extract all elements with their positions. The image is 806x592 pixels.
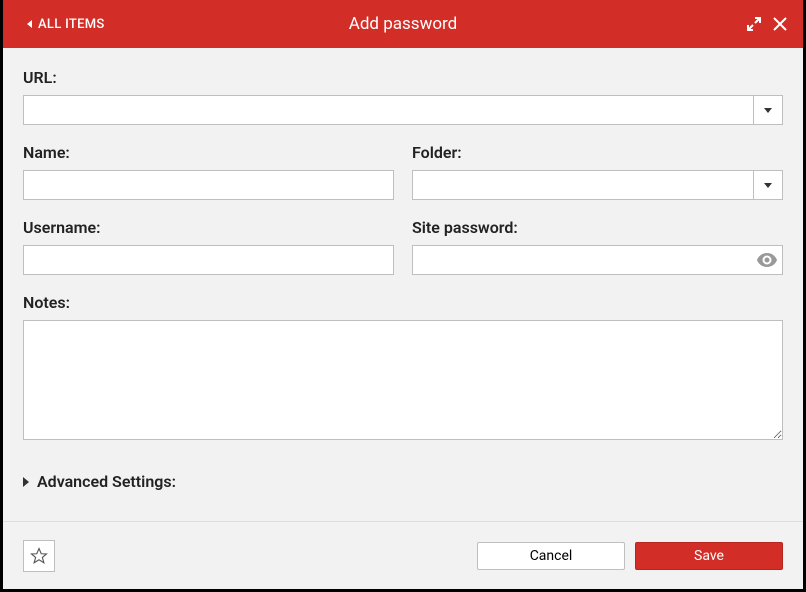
username-label: Username:: [23, 218, 394, 237]
folder-input[interactable]: [412, 170, 753, 200]
close-button[interactable]: [773, 17, 787, 31]
name-input[interactable]: [23, 170, 394, 200]
url-label: URL:: [23, 68, 783, 87]
folder-input-wrap: [412, 170, 783, 200]
header-actions: [747, 17, 787, 31]
footer-actions: Cancel Save: [477, 542, 783, 570]
url-dropdown-button[interactable]: [753, 95, 783, 125]
dialog-title: Add password: [349, 14, 457, 34]
username-password-row: Username: Site password:: [23, 218, 783, 293]
name-label: Name:: [23, 143, 394, 162]
add-password-dialog: ALL ITEMS Add password URL:: [3, 0, 803, 589]
dialog-content: URL: Name: Folder:: [3, 48, 803, 521]
dialog-footer: Cancel Save: [3, 521, 803, 589]
site-password-input[interactable]: [412, 245, 783, 275]
notes-group: Notes:: [23, 293, 783, 444]
back-label: ALL ITEMS: [38, 17, 105, 32]
password-input-wrap: [412, 245, 783, 275]
notes-label: Notes:: [23, 293, 783, 312]
favorite-button[interactable]: [23, 540, 55, 572]
close-icon: [773, 17, 787, 31]
eye-icon: [757, 253, 777, 267]
back-to-all-items-link[interactable]: ALL ITEMS: [3, 17, 105, 32]
chevron-down-icon: [764, 108, 772, 113]
advanced-settings-label: Advanced Settings:: [37, 472, 176, 491]
expand-icon: [747, 17, 761, 31]
folder-dropdown-button[interactable]: [753, 170, 783, 200]
dialog-header: ALL ITEMS Add password: [3, 0, 803, 48]
username-group: Username:: [23, 218, 394, 275]
folder-group: Folder:: [412, 143, 783, 200]
save-button[interactable]: Save: [635, 542, 783, 570]
name-group: Name:: [23, 143, 394, 200]
password-group: Site password:: [412, 218, 783, 275]
cancel-button[interactable]: Cancel: [477, 542, 625, 570]
password-label: Site password:: [412, 218, 783, 237]
name-folder-row: Name: Folder:: [23, 143, 783, 218]
expand-button[interactable]: [747, 17, 761, 31]
url-input-wrap: [23, 95, 783, 125]
advanced-settings-toggle[interactable]: Advanced Settings:: [23, 462, 783, 491]
username-input[interactable]: [23, 245, 394, 275]
chevron-left-icon: [27, 20, 32, 28]
notes-textarea[interactable]: [23, 320, 783, 440]
folder-label: Folder:: [412, 143, 783, 162]
chevron-right-icon: [23, 477, 29, 487]
star-icon: [30, 547, 48, 565]
url-group: URL:: [23, 68, 783, 125]
toggle-password-visibility-button[interactable]: [757, 253, 777, 267]
url-input[interactable]: [23, 95, 753, 125]
chevron-down-icon: [764, 183, 772, 188]
